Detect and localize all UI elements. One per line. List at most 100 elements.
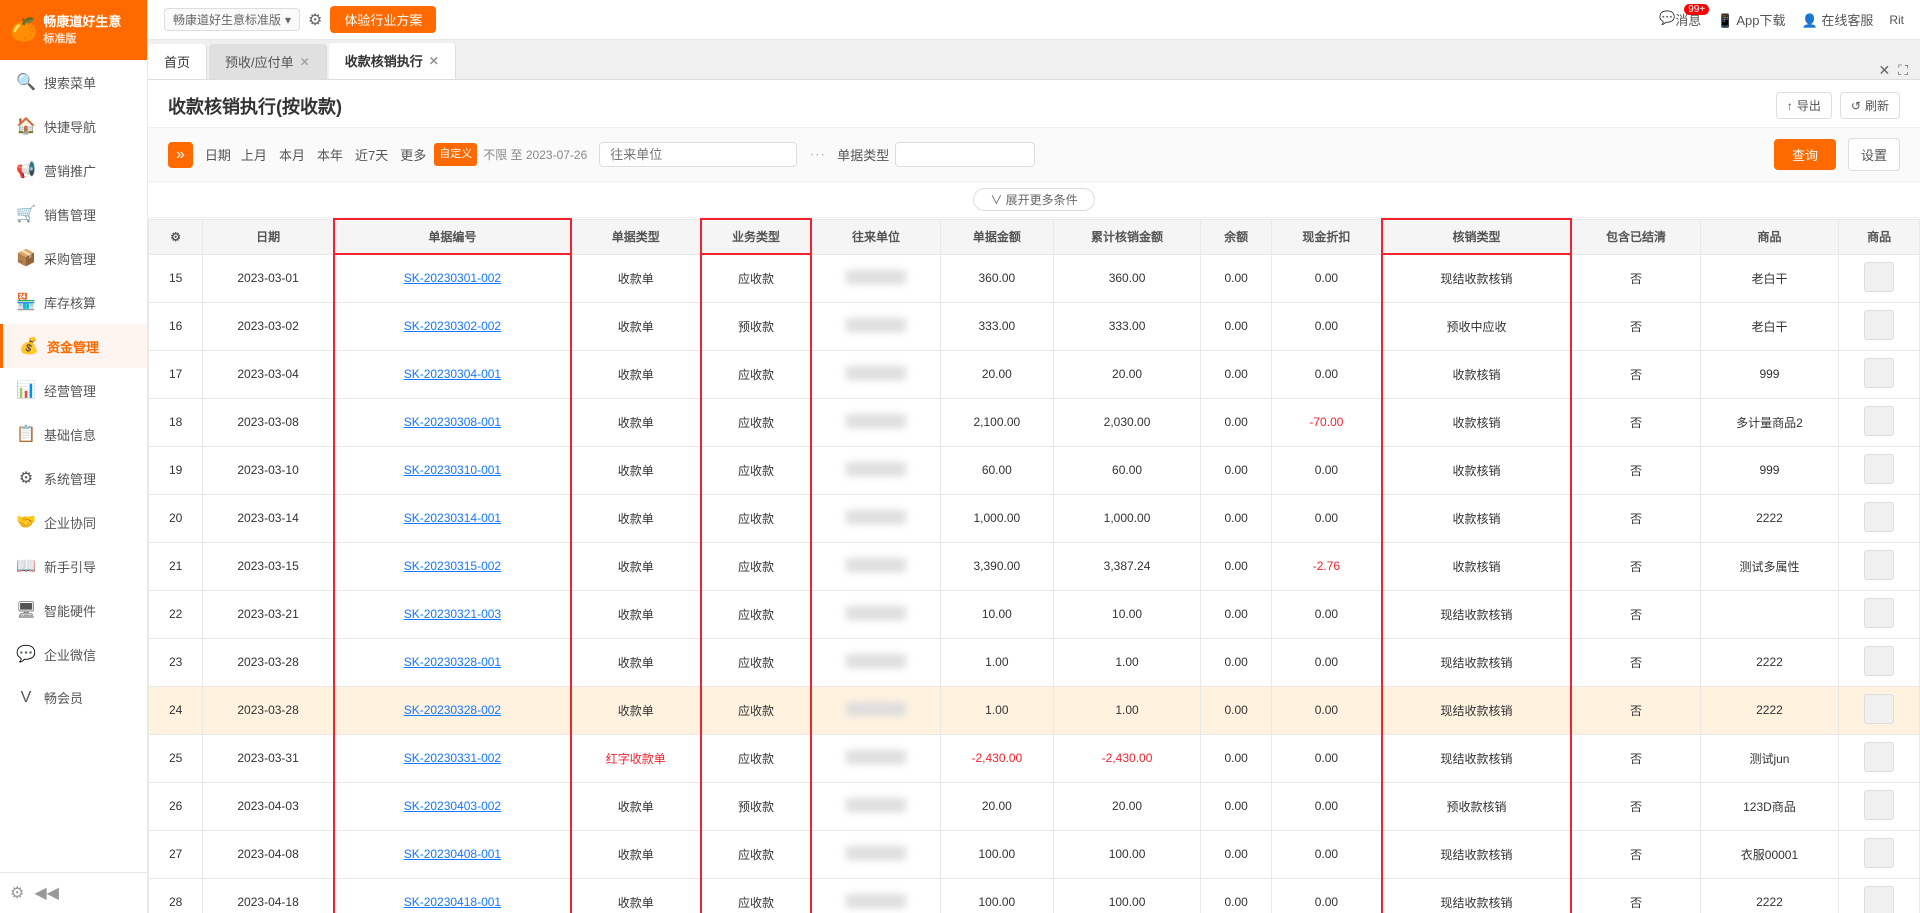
refresh-button[interactable]: ↺ 刷新 <box>1840 92 1900 119</box>
th-gear[interactable]: ⚙ <box>149 219 203 254</box>
sidebar-item-sales[interactable]: 🛒 销售管理 <box>0 192 147 236</box>
th-include-settled[interactable]: 包含已结清 <box>1571 219 1700 254</box>
cell-balance: 0.00 <box>1201 254 1272 302</box>
sidebar-item-inventory[interactable]: 🏪 库存核算 <box>0 280 147 324</box>
th-cash-discount[interactable]: 现金折扣 <box>1272 219 1382 254</box>
app-download-link[interactable]: 📱 App下载 <box>1717 10 1785 29</box>
cell-date: 2023-03-28 <box>203 638 334 686</box>
sidebar-item-enterprise[interactable]: 🤝 企业协同 <box>0 500 147 544</box>
th-doc-no[interactable]: 单据编号 <box>334 219 571 254</box>
th-goods[interactable]: 商品 <box>1700 219 1839 254</box>
cell-doc-no[interactable]: SK-20230302-002 <box>334 302 571 350</box>
sidebar-item-system[interactable]: ⚙ 系统管理 <box>0 456 147 500</box>
close-receivable-tab-icon[interactable]: ✕ <box>429 54 439 68</box>
th-date[interactable]: 日期 <box>203 219 334 254</box>
cell-partner <box>811 494 940 542</box>
page-header: 收款核销执行(按收款) ↑ 导出 ↺ 刷新 <box>148 80 1920 128</box>
cell-doc-no[interactable]: SK-20230314-001 <box>334 494 571 542</box>
th-goods-img[interactable]: 商品 <box>1839 219 1920 254</box>
date-custom[interactable]: 自定义 <box>434 143 477 166</box>
user-area[interactable]: Rit <box>1889 13 1904 27</box>
query-button[interactable]: 查询 <box>1774 139 1836 170</box>
cell-doc-no[interactable]: SK-20230328-001 <box>334 638 571 686</box>
sidebar-item-hardware[interactable]: 🖥 智能硬件 <box>0 588 147 632</box>
tab-receivable[interactable]: 收款核销执行 ✕ <box>329 43 456 79</box>
settings-icon[interactable]: ⚙ <box>10 883 24 903</box>
doc-no-link[interactable]: SK-20230314-001 <box>404 511 501 525</box>
collapse-icon[interactable]: ◀◀ <box>34 883 59 903</box>
online-service-link[interactable]: 👤 在线客服 <box>1802 10 1874 29</box>
close-payable-tab-icon[interactable]: ✕ <box>300 55 310 69</box>
date-more[interactable]: 更多 <box>396 143 430 166</box>
sidebar-item-search[interactable]: 🔍 搜索菜单 <box>0 60 147 104</box>
th-verified-amount[interactable]: 累计核销金额 <box>1054 219 1201 254</box>
cell-doc-no[interactable]: SK-20230418-001 <box>334 878 571 913</box>
row-number: 27 <box>149 830 203 878</box>
cell-doc-no[interactable]: SK-20230403-002 <box>334 782 571 830</box>
doc-no-link[interactable]: SK-20230403-002 <box>404 799 501 813</box>
settings-filter-button[interactable]: 设置 <box>1848 138 1900 171</box>
doc-no-link[interactable]: SK-20230310-001 <box>404 463 501 477</box>
doc-no-link[interactable]: SK-20230304-001 <box>404 367 501 381</box>
company-dropdown[interactable]: 畅康道好生意标准版 ▾ <box>164 8 300 31</box>
sidebar-item-guide[interactable]: 📖 新手引导 <box>0 544 147 588</box>
sidebar-item-finance[interactable]: 💰 资金管理 <box>0 324 147 368</box>
tab-home[interactable]: 首页 <box>148 44 207 79</box>
date-this-year[interactable]: 本年 <box>313 143 347 166</box>
doc-no-link[interactable]: SK-20230328-001 <box>404 655 501 669</box>
export-button[interactable]: ↑ 导出 <box>1776 92 1832 119</box>
doc-no-link[interactable]: SK-20230331-002 <box>404 751 501 765</box>
th-partner[interactable]: 往来单位 <box>811 219 940 254</box>
date-this-month[interactable]: 本月 <box>275 143 309 166</box>
marketing-icon: 📢 <box>16 160 36 180</box>
sidebar-item-operations[interactable]: 📊 经营管理 <box>0 368 147 412</box>
industry-solution-button[interactable]: 体验行业方案 <box>330 6 436 33</box>
doc-no-link[interactable]: SK-20230315-002 <box>404 559 501 573</box>
goods-image <box>1864 454 1894 484</box>
expand-more-button[interactable]: ∨ 展开更多条件 <box>973 188 1094 211</box>
th-amount[interactable]: 单据金额 <box>940 219 1053 254</box>
sidebar-item-marketing[interactable]: 📢 营销推广 <box>0 148 147 192</box>
cell-doc-no[interactable]: SK-20230315-002 <box>334 542 571 590</box>
cell-doc-no[interactable]: SK-20230304-001 <box>334 350 571 398</box>
th-doc-type[interactable]: 单据类型 <box>571 219 701 254</box>
maximize-window-icon[interactable]: ⛶ <box>1898 62 1908 79</box>
doc-no-link[interactable]: SK-20230408-001 <box>404 847 501 861</box>
th-balance[interactable]: 余额 <box>1201 219 1272 254</box>
partner-input[interactable] <box>599 142 797 167</box>
message-badge[interactable]: 💬 消息 99+ <box>1659 10 1701 29</box>
cell-doc-type: 收款单 <box>571 494 701 542</box>
sidebar-item-basic[interactable]: 📋 基础信息 <box>0 412 147 456</box>
cell-doc-no[interactable]: SK-20230308-001 <box>334 398 571 446</box>
date-7days[interactable]: 近7天 <box>351 143 392 166</box>
doc-no-link[interactable]: SK-20230328-002 <box>404 703 501 717</box>
sidebar-item-purchase[interactable]: 📦 采购管理 <box>0 236 147 280</box>
cell-doc-no[interactable]: SK-20230301-002 <box>334 254 571 302</box>
doc-type-select[interactable] <box>895 142 1035 167</box>
date-last-month[interactable]: 上月 <box>237 143 271 166</box>
cell-doc-no[interactable]: SK-20230408-001 <box>334 830 571 878</box>
sidebar-item-wechat[interactable]: 💬 企业微信 <box>0 632 147 676</box>
doc-no-link[interactable]: SK-20230321-003 <box>404 607 501 621</box>
cell-include-settled: 否 <box>1571 254 1700 302</box>
filter-toggle-button[interactable]: » <box>168 142 193 168</box>
doc-no-link[interactable]: SK-20230302-002 <box>404 319 501 333</box>
cell-doc-no[interactable]: SK-20230331-002 <box>334 734 571 782</box>
sidebar-item-quicknav[interactable]: 🏠 快捷导航 <box>0 104 147 148</box>
cell-doc-no[interactable]: SK-20230321-003 <box>334 590 571 638</box>
sidebar-item-member[interactable]: V 畅会员 <box>0 676 147 719</box>
th-verify-type[interactable]: 核销类型 <box>1382 219 1572 254</box>
doc-no-link[interactable]: SK-20230301-002 <box>404 271 501 285</box>
doc-no-link[interactable]: SK-20230418-001 <box>404 895 501 909</box>
cell-doc-no[interactable]: SK-20230310-001 <box>334 446 571 494</box>
doc-no-link[interactable]: SK-20230308-001 <box>404 415 501 429</box>
tab-payable[interactable]: 预收/应付单 ✕ <box>209 44 327 79</box>
cell-goods-img <box>1839 254 1920 302</box>
topbar-gear-icon[interactable]: ⚙ <box>308 10 322 30</box>
cell-doc-no[interactable]: SK-20230328-002 <box>334 686 571 734</box>
close-window-icon[interactable]: ✕ <box>1878 62 1890 79</box>
cell-partner <box>811 398 940 446</box>
table-container[interactable]: ⚙ 日期 单据编号 单据类型 业务类型 往来单位 单据金额 累计核销金额 余额 … <box>148 218 1920 913</box>
th-biz-type[interactable]: 业务类型 <box>701 219 812 254</box>
cell-cash-discount: 0.00 <box>1272 350 1382 398</box>
